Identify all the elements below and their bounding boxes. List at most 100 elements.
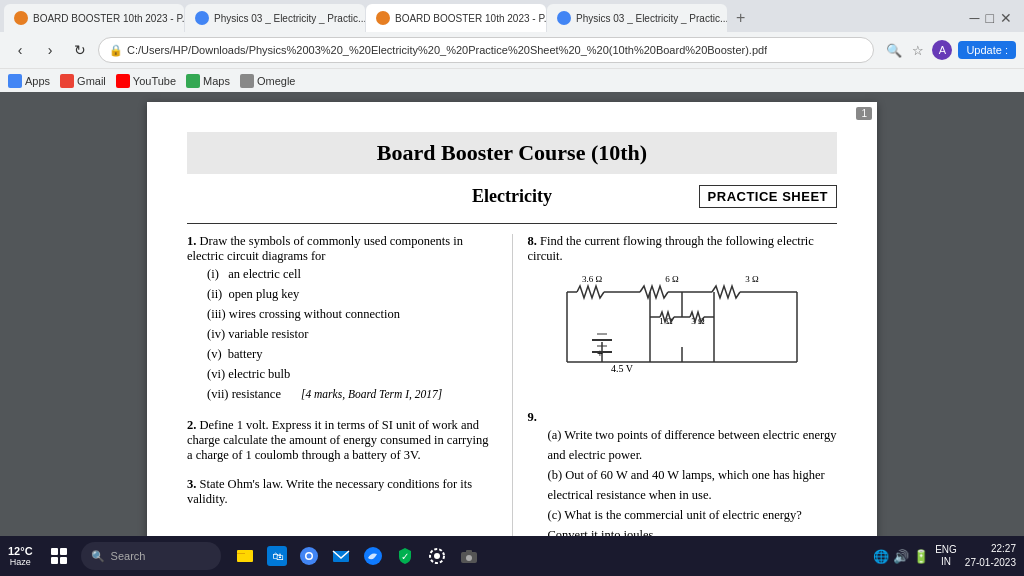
bookmark-omegle-label: Omegle [257, 75, 296, 87]
svg-text:3.6 Ω: 3.6 Ω [582, 274, 603, 284]
tab-4-label: Physics 03 _ Electricity _ Practic... [576, 13, 727, 24]
q1-text: Draw the symbols of commonly used compon… [187, 234, 463, 263]
search-icon[interactable]: 🔍 [884, 40, 904, 60]
q1-item-vii: (vii) resistance [4 marks, Board Term I,… [207, 384, 497, 404]
document-subtitle: Electricity [472, 186, 552, 207]
taskbar-app-settings[interactable] [423, 542, 451, 570]
question-8: 8. Find the current flowing through the … [528, 234, 838, 396]
taskbar-search-label: Search [111, 550, 146, 562]
youtube-icon [116, 74, 130, 88]
forward-button[interactable]: › [38, 38, 62, 62]
svg-text:6 Ω: 6 Ω [666, 274, 680, 284]
apps-icon [8, 74, 22, 88]
reload-button[interactable]: ↻ [68, 38, 92, 62]
clock-date: 27-01-2023 [965, 556, 1016, 570]
bookmark-apps-label: Apps [25, 75, 50, 87]
svg-text:4.5 V: 4.5 V [611, 363, 634, 374]
bookmark-maps[interactable]: Maps [186, 74, 230, 88]
bookmark-apps[interactable]: Apps [8, 74, 50, 88]
divider [187, 223, 837, 224]
address-bar-row: ‹ › ↻ 🔒 C:/Users/HP/Downloads/Physics%20… [0, 32, 1024, 68]
q2-text: Define 1 volt. Express it in terms of SI… [187, 418, 489, 462]
lang-text: ENG [935, 544, 957, 556]
bookmark-gmail[interactable]: Gmail [60, 74, 106, 88]
q9-sub-items: (a) Write two points of difference betwe… [548, 425, 838, 536]
q1-number: 1. [187, 234, 196, 248]
temperature-display: 12°C [8, 545, 33, 557]
q8-text: Find the current flowing through the fol… [528, 234, 814, 263]
svg-text:🛍: 🛍 [271, 550, 283, 562]
bookmarks-bar: Apps Gmail YouTube Maps Omegle [0, 68, 1024, 92]
tab-1-icon [14, 11, 28, 25]
column-right: 8. Find the current flowing through the … [513, 234, 838, 536]
bookmark-maps-label: Maps [203, 75, 230, 87]
practice-sheet-badge: PRACTICE SHEET [699, 185, 837, 208]
volume-icon[interactable]: 🔊 [893, 549, 909, 564]
tab-3[interactable]: BOARD BOOSTER 10th 2023 - P... ✕ [366, 4, 546, 32]
taskbar-search-box[interactable]: 🔍 Search [81, 542, 221, 570]
svg-point-37 [434, 553, 440, 559]
document-title: Board Booster Course (10th) [187, 132, 837, 174]
tab-4-icon [557, 11, 571, 25]
new-tab-button[interactable]: + [728, 4, 753, 32]
taskbar-app-camera[interactable] [455, 542, 483, 570]
taskbar-app-security[interactable]: ✓ [391, 542, 419, 570]
q2-number: 2. [187, 418, 196, 432]
tab-bar: BOARD BOOSTER 10th 2023 - P... ✕ Physics… [0, 0, 1024, 32]
tab-1[interactable]: BOARD BOOSTER 10th 2023 - P... ✕ [4, 4, 184, 32]
tab-2-label: Physics 03 _ Electricity _ Practic... [214, 13, 365, 24]
svg-text:+: + [597, 348, 603, 359]
q3-text: State Ohm's law. Write the necessary con… [187, 477, 472, 506]
circuit-svg: 3.6 Ω 6 Ω 3 Ω [562, 272, 802, 392]
taskbar-search-icon: 🔍 [91, 550, 105, 563]
taskbar-app-edge[interactable] [359, 542, 387, 570]
taskbar-app-store[interactable]: 🛍 [263, 542, 291, 570]
tab-3-label: BOARD BOOSTER 10th 2023 - P... [395, 13, 546, 24]
svg-text:3 Ω: 3 Ω [746, 274, 760, 284]
address-bar-icons: 🔍 ☆ A [884, 40, 952, 60]
q1-marks-note: [4 marks, Board Term I, 2017] [301, 385, 442, 403]
weather-condition: Haze [10, 557, 31, 567]
taskbar-app-chrome[interactable] [295, 542, 323, 570]
system-clock[interactable]: 22:27 27-01-2023 [965, 542, 1016, 570]
bookmark-youtube[interactable]: YouTube [116, 74, 176, 88]
taskbar-app-explorer[interactable] [231, 542, 259, 570]
start-button[interactable] [43, 540, 75, 572]
q1-item-ii: (ii) open plug key [207, 284, 497, 304]
clock-time: 22:27 [991, 542, 1016, 556]
maps-icon [186, 74, 200, 88]
close-button[interactable]: ✕ [1000, 10, 1012, 26]
question-3: 3. State Ohm's law. Write the necessary … [187, 477, 497, 507]
q1-item-iii: (iii) wires crossing without connection [207, 304, 497, 324]
bookmark-icon[interactable]: ☆ [908, 40, 928, 60]
url-text: C:/Users/HP/Downloads/Physics%2003%20_%2… [127, 44, 767, 56]
address-bar[interactable]: 🔒 C:/Users/HP/Downloads/Physics%2003%20_… [98, 37, 874, 63]
update-button[interactable]: Update : [958, 41, 1016, 59]
browser-chrome: BOARD BOOSTER 10th 2023 - P... ✕ Physics… [0, 0, 1024, 92]
language-indicator[interactable]: ENG IN [935, 544, 957, 568]
battery-icon[interactable]: 🔋 [913, 549, 929, 564]
tab-4[interactable]: Physics 03 _ Electricity _ Practic... ✕ [547, 4, 727, 32]
q1-item-v: (v) battery [207, 344, 497, 364]
tab-3-icon [376, 11, 390, 25]
svg-rect-41 [466, 550, 472, 553]
profile-icon[interactable]: A [932, 40, 952, 60]
q9-item-a: (a) Write two points of difference betwe… [548, 425, 838, 465]
maximize-button[interactable]: □ [986, 10, 994, 26]
minimize-button[interactable]: ─ [970, 10, 980, 26]
taskbar-pinned-apps: 🛍 ✓ [231, 542, 483, 570]
back-button[interactable]: ‹ [8, 38, 32, 62]
tab-2[interactable]: Physics 03 _ Electricity _ Practic... ✕ [185, 4, 365, 32]
question-1: 1. Draw the symbols of commonly used com… [187, 234, 497, 404]
omegle-icon [240, 74, 254, 88]
q1-item-vi: (vi) electric bulb [207, 364, 497, 384]
bookmark-gmail-label: Gmail [77, 75, 106, 87]
network-icon[interactable]: 🌐 [873, 549, 889, 564]
bookmark-omegle[interactable]: Omegle [240, 74, 296, 88]
page-number-badge: 1 [856, 107, 872, 120]
svg-rect-27 [237, 550, 253, 562]
q9-number: 9. [528, 410, 537, 424]
lang-region: IN [941, 556, 951, 568]
q1-item-i: (i) an electric cell [207, 264, 497, 284]
taskbar-app-mail[interactable] [327, 542, 355, 570]
